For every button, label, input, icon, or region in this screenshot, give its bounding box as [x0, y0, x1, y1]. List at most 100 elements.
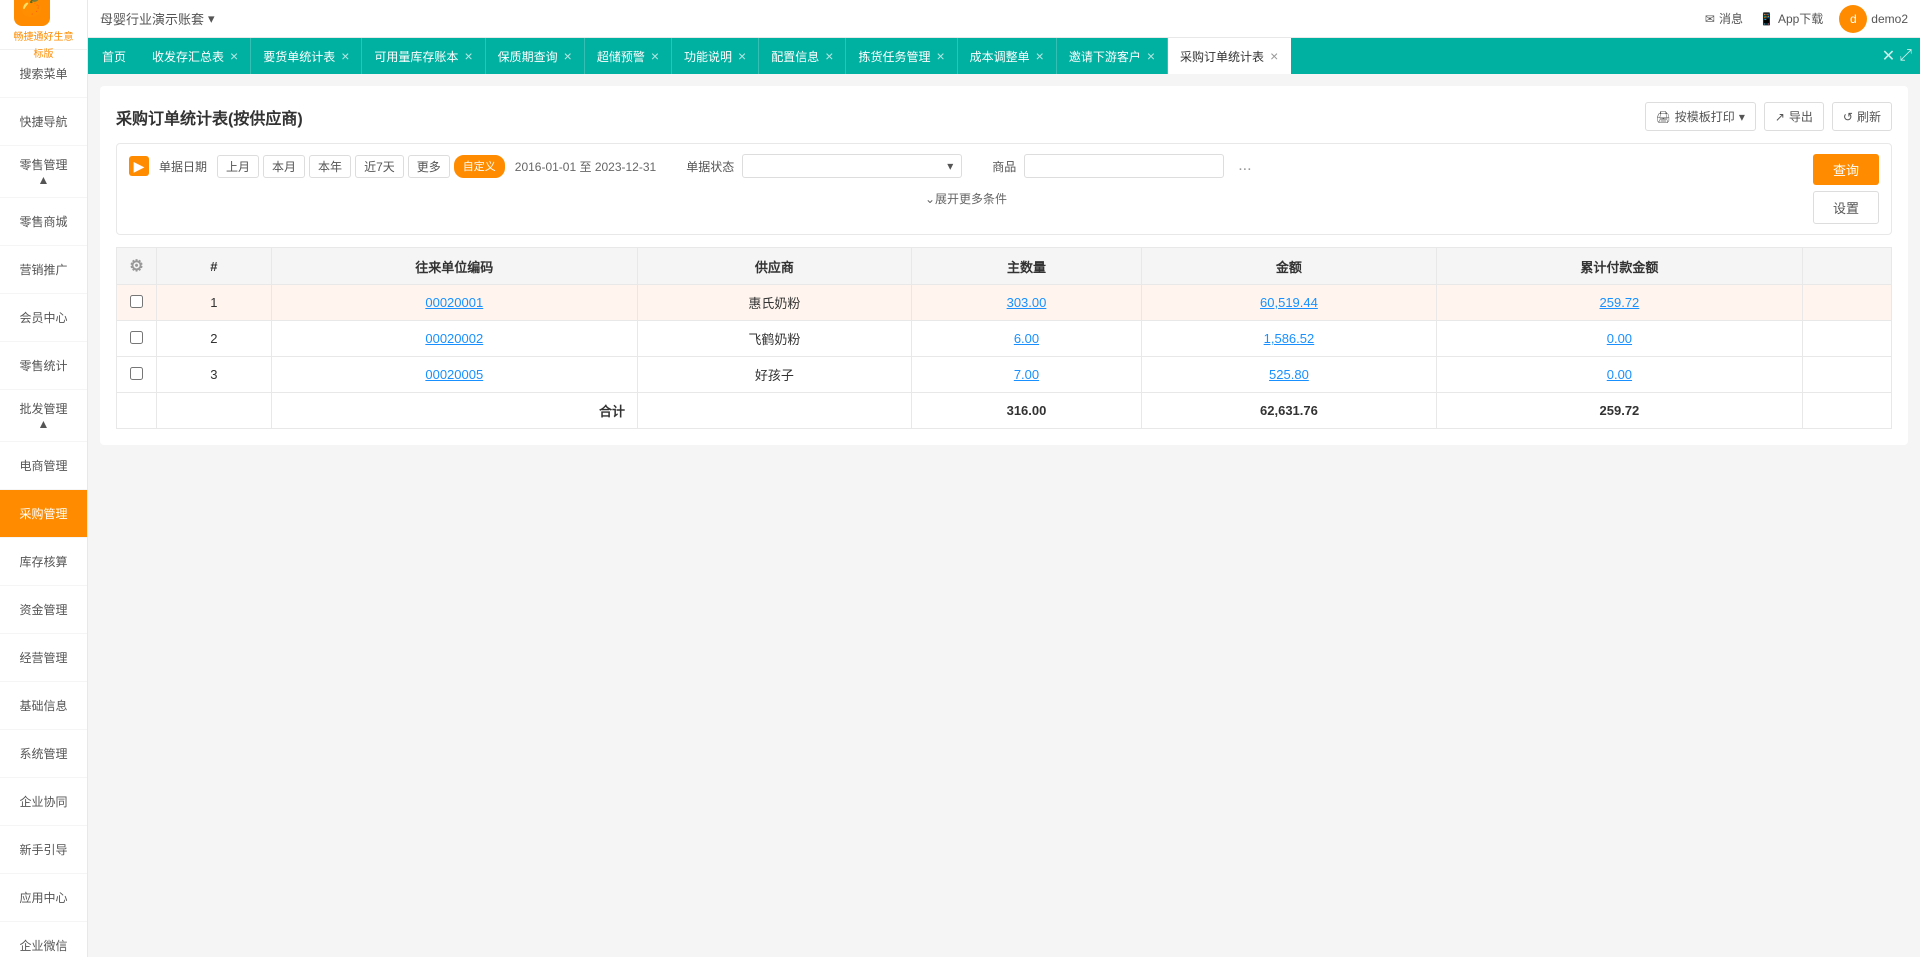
message-label: 消息: [1719, 10, 1743, 27]
filter-toggle-button[interactable]: ▶: [129, 156, 149, 176]
tab-10[interactable]: 邀请下游客户×: [1057, 38, 1168, 74]
tab-label: 功能说明: [684, 48, 732, 65]
app-download-button[interactable]: 📱 App下载: [1759, 10, 1823, 27]
cell-paid-amount[interactable]: 0.00: [1436, 357, 1802, 393]
sidebar-item-零售管理[interactable]: 零售管理▲: [0, 146, 87, 198]
status-select[interactable]: ▾: [742, 154, 962, 178]
sidebar-item-企业微信[interactable]: 企业微信: [0, 922, 87, 957]
row-checkbox[interactable]: [130, 367, 143, 380]
tab-close-icon[interactable]: ×: [1147, 48, 1155, 64]
sidebar-item-会员中心[interactable]: 会员中心: [0, 294, 87, 342]
sidebar-item-应用中心[interactable]: 应用中心: [0, 874, 87, 922]
tab-2[interactable]: 要货单统计表×: [251, 38, 362, 74]
row-checkbox[interactable]: [130, 295, 143, 308]
tab-9[interactable]: 成本调整单 ×: [958, 38, 1057, 74]
tab-close-icon[interactable]: ×: [825, 48, 833, 64]
tab-label: 成本调整单: [970, 48, 1030, 65]
cell-checkbox[interactable]: [117, 321, 157, 357]
tab-8[interactable]: 拣货任务管理 ×: [846, 38, 957, 74]
search-button[interactable]: 查询: [1813, 154, 1879, 185]
cell-main-qty[interactable]: 6.00: [911, 321, 1141, 357]
tab-close-button[interactable]: ✕: [1882, 46, 1895, 66]
page-title: 采购订单统计表(按供应商): [116, 105, 303, 129]
date-7days-btn[interactable]: 近7天: [355, 155, 404, 178]
sidebar-item-零售统计[interactable]: 零售统计: [0, 342, 87, 390]
cell-paid-amount[interactable]: 259.72: [1436, 285, 1802, 321]
footer-main-qty: 316.00: [911, 393, 1141, 429]
tab-close-icon[interactable]: ×: [1270, 48, 1278, 64]
product-input[interactable]: [1024, 154, 1224, 178]
cell-unit-code[interactable]: 00020001: [271, 285, 637, 321]
sidebar-item-营销推广[interactable]: 营销推广: [0, 246, 87, 294]
footer-settings-cell: [117, 393, 157, 429]
sidebar-item-快捷导航[interactable]: 快捷导航: [0, 98, 87, 146]
tab-close-icon[interactable]: ×: [936, 48, 944, 64]
print-button[interactable]: 🖨 按模板打印 ▾: [1645, 102, 1756, 131]
row-checkbox[interactable]: [130, 331, 143, 344]
tab-maximize-button[interactable]: ⤢: [1899, 47, 1912, 65]
topbar-left: 母婴行业演示账套 ▾: [100, 9, 215, 28]
sidebar-item-系统管理[interactable]: 系统管理: [0, 730, 87, 778]
sidebar-item-经营管理[interactable]: 经营管理: [0, 634, 87, 682]
tab-label: 拣货任务管理: [858, 48, 930, 65]
tab-4[interactable]: 保质期查询×: [486, 38, 585, 74]
tab-close-icon[interactable]: ×: [651, 48, 659, 64]
date-more-btn[interactable]: 更多: [408, 155, 450, 178]
tab-close-icon[interactable]: ×: [564, 48, 572, 64]
tab-close-icon[interactable]: ×: [464, 48, 472, 64]
cell-checkbox[interactable]: [117, 285, 157, 321]
sidebar-item-资金管理[interactable]: 资金管理: [0, 586, 87, 634]
product-ellipsis[interactable]: ...: [1232, 157, 1257, 175]
tab-11[interactable]: 采购订单统计表×: [1168, 38, 1291, 74]
tab-close-icon[interactable]: ×: [341, 48, 349, 64]
cell-paid-amount[interactable]: 0.00: [1436, 321, 1802, 357]
export-button[interactable]: ↗ 导出: [1764, 102, 1824, 131]
cell-amount[interactable]: 60,519.44: [1142, 285, 1437, 321]
tab-7[interactable]: 配置信息×: [759, 38, 846, 74]
settings-button[interactable]: 设置: [1813, 191, 1879, 224]
tab-close-icon[interactable]: ×: [1036, 48, 1044, 64]
cell-amount[interactable]: 1,586.52: [1142, 321, 1437, 357]
date-this-year-btn[interactable]: 本年: [309, 155, 351, 178]
message-button[interactable]: ✉ 消息: [1705, 10, 1743, 27]
cell-amount[interactable]: 525.80: [1142, 357, 1437, 393]
sidebar-item-电商管理[interactable]: 电商管理: [0, 442, 87, 490]
sidebar-item-企业协同[interactable]: 企业协同: [0, 778, 87, 826]
sidebar-item-label: 企业微信: [19, 937, 67, 954]
tab-5[interactable]: 超储预警×: [585, 38, 672, 74]
message-icon: ✉: [1705, 12, 1715, 26]
cell-main-qty[interactable]: 303.00: [911, 285, 1141, 321]
print-icon: 🖨: [1656, 110, 1671, 124]
sidebar: 🍊 畅捷通好生意 标版 搜索菜单快捷导航零售管理▲零售商城营销推广会员中心零售统…: [0, 0, 88, 957]
expand-more-button[interactable]: ⌄ 展开更多条件: [129, 186, 1803, 211]
cell-checkbox[interactable]: [117, 357, 157, 393]
user-menu[interactable]: d demo2: [1839, 5, 1908, 33]
tab-home[interactable]: 首页: [88, 48, 140, 65]
tab-6[interactable]: 功能说明 ×: [672, 38, 759, 74]
th-extra: [1803, 248, 1892, 285]
sidebar-item-采购管理[interactable]: 采购管理: [0, 490, 87, 538]
date-this-month-btn[interactable]: 本月: [263, 155, 305, 178]
cell-unit-code[interactable]: 00020002: [271, 321, 637, 357]
cell-main-qty[interactable]: 7.00: [911, 357, 1141, 393]
sidebar-item-批发管理[interactable]: 批发管理▲: [0, 390, 87, 442]
tab-3[interactable]: 可用量库存账本×: [362, 38, 485, 74]
date-last-month-btn[interactable]: 上月: [217, 155, 259, 178]
sidebar-item-新手引导[interactable]: 新手引导: [0, 826, 87, 874]
tab-1[interactable]: 收发存汇总表×: [140, 38, 251, 74]
page-card: 采购订单统计表(按供应商) 🖨 按模板打印 ▾ ↗ 导出 ↺ 刷新: [100, 86, 1908, 445]
sidebar-item-搜索菜单[interactable]: 搜索菜单: [0, 50, 87, 98]
sidebar-item-基础信息[interactable]: 基础信息: [0, 682, 87, 730]
refresh-button[interactable]: ↺ 刷新: [1832, 102, 1892, 131]
date-custom-btn[interactable]: 自定义: [454, 155, 505, 178]
tab-close-icon[interactable]: ×: [230, 48, 238, 64]
cell-no: 3: [157, 357, 272, 393]
cell-unit-code[interactable]: 00020005: [271, 357, 637, 393]
app-logo-text: 畅捷通好生意: [14, 28, 74, 43]
tab-close-icon[interactable]: ×: [738, 48, 746, 64]
settings-col-icon[interactable]: ⚙: [129, 258, 143, 275]
sidebar-item-库存核算[interactable]: 库存核算: [0, 538, 87, 586]
th-settings[interactable]: ⚙: [117, 248, 157, 285]
workspace-selector[interactable]: 母婴行业演示账套 ▾: [100, 9, 215, 28]
sidebar-item-零售商城[interactable]: 零售商城: [0, 198, 87, 246]
